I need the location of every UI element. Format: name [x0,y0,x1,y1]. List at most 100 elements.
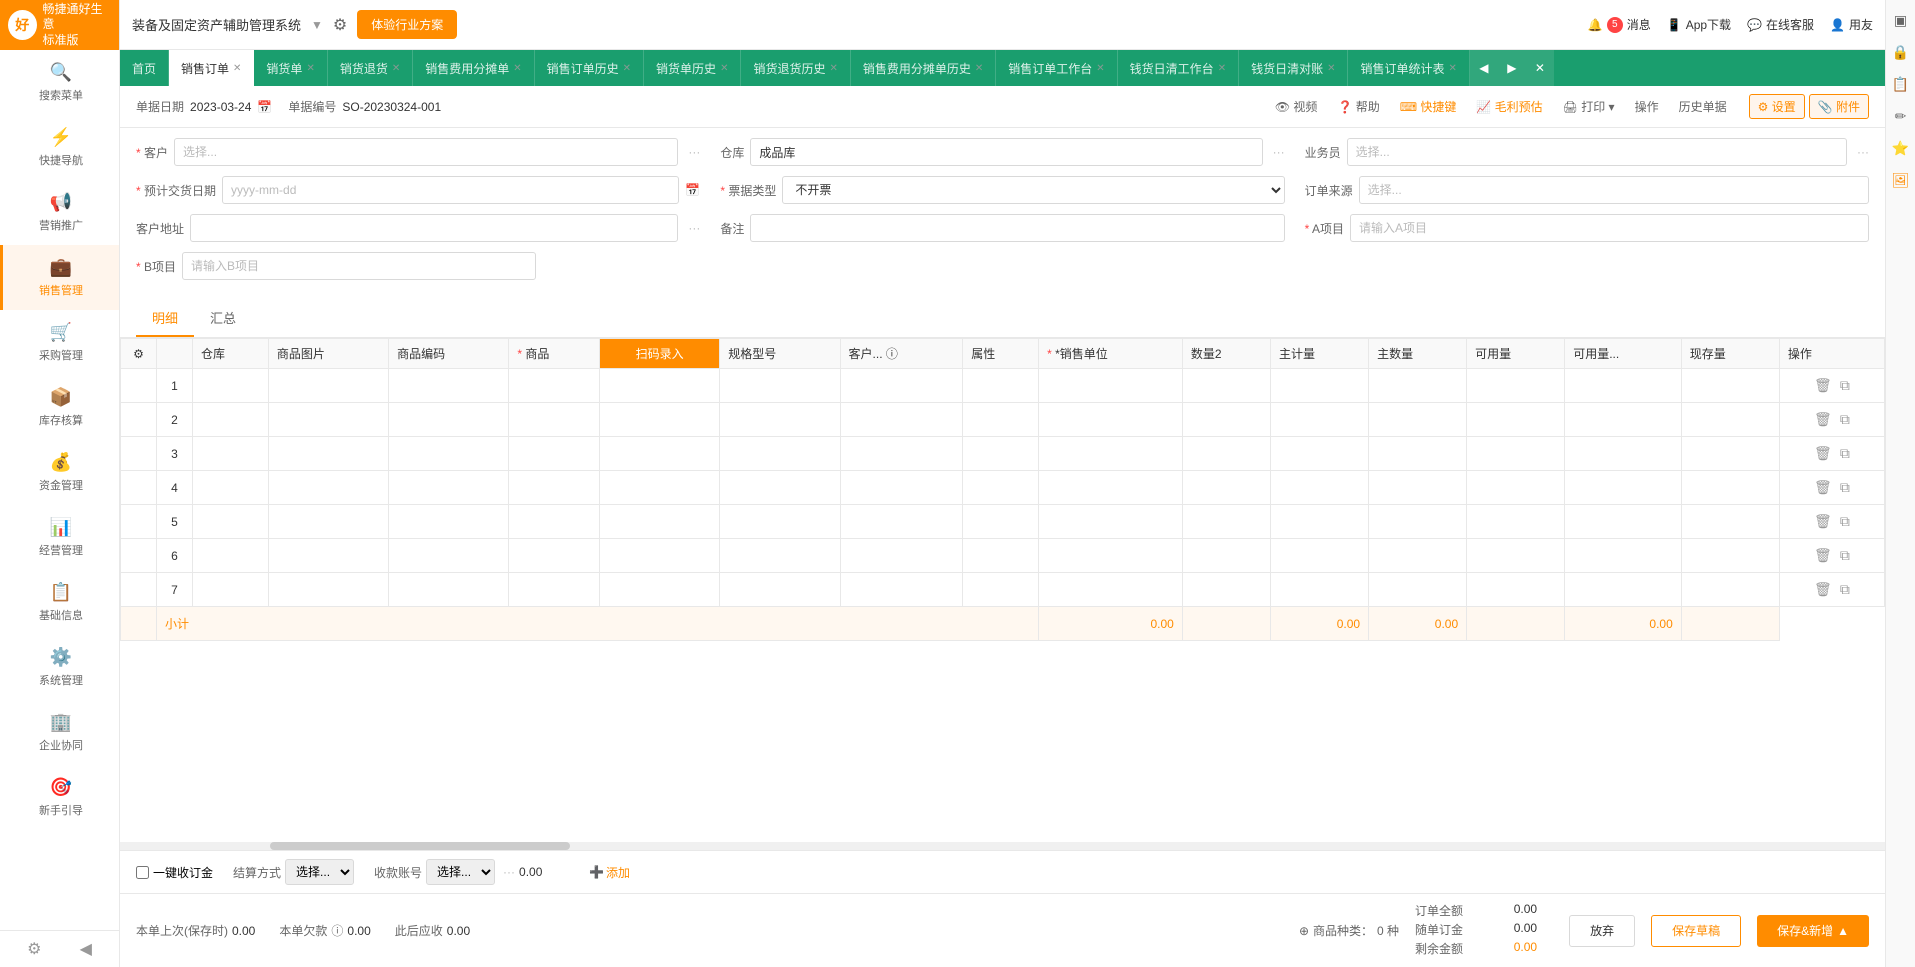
row-main-qty-cell[interactable] [1369,369,1467,403]
row-spec-cell[interactable] [720,403,840,437]
row-spec-cell[interactable] [720,573,840,607]
row-copy-btn[interactable]: ⧉ [1838,375,1852,396]
attach-btn[interactable]: 📎 附件 [1809,94,1869,119]
save-new-btn[interactable]: 保存&新增 ▲ [1757,915,1869,947]
row-qty2-cell[interactable] [1182,573,1270,607]
sidebar-item-inventory[interactable]: 📦 库存核算 [0,375,119,440]
row-main-qty-cell[interactable] [1369,471,1467,505]
tab-expense-split[interactable]: 销售费用分摊单 ✕ [413,50,534,86]
remark-input[interactable] [750,214,1284,242]
row-sales-unit-cell[interactable] [1039,437,1183,471]
row-qty2-cell[interactable] [1182,403,1270,437]
row-customer-code-cell[interactable] [840,539,963,573]
row-product-cell[interactable] [509,369,600,403]
row-copy-btn[interactable]: ⧉ [1838,443,1852,464]
tab-cash-workbench[interactable]: 钱货日清工作台 ✕ [1118,50,1239,86]
row-attribute-cell[interactable] [963,539,1039,573]
bank-dots[interactable]: ··· [503,865,515,879]
quick-order-check[interactable] [136,866,149,879]
tab-cash-reconcile[interactable]: 钱货日清对账 ✕ [1239,50,1348,86]
sidebar-item-operations[interactable]: 📊 经营管理 [0,505,119,570]
tab-expense-history-close[interactable]: ✕ [975,63,983,74]
tab-menu-btn[interactable]: ✕ [1526,50,1554,86]
sidebar-settings-icon[interactable]: ⚙ [27,939,41,959]
col-scan[interactable]: 扫码录入 [600,339,720,369]
row-qty2-cell[interactable] [1182,471,1270,505]
row-product-cell[interactable] [509,403,600,437]
topbar-notification[interactable]: 🔔 5 消息 [1588,16,1651,33]
row-qty2-cell[interactable] [1182,505,1270,539]
row-attribute-cell[interactable] [963,403,1039,437]
add-btn[interactable]: ➕ 添加 [589,864,630,881]
row-product-cell[interactable] [509,505,600,539]
row-copy-btn[interactable]: ⧉ [1838,579,1852,600]
row-warehouse-cell[interactable] [193,539,269,573]
tab-order-workbench-close[interactable]: ✕ [1096,63,1104,74]
bank-account-select[interactable]: 选择... [426,859,495,885]
customer-input[interactable] [174,138,678,166]
row-spec-cell[interactable] [720,471,840,505]
row-attribute-cell[interactable] [963,573,1039,607]
operations-btn[interactable]: 操作 [1629,96,1665,117]
row-product-code-cell[interactable] [389,471,509,505]
sidebar-item-guide[interactable]: 🎯 新手引导 [0,765,119,830]
print-btn[interactable]: 🖨 打印 ▾ [1557,96,1621,117]
address-dots[interactable]: ··· [688,221,700,235]
invoice-type-select[interactable]: 不开票 [782,176,1284,204]
tab-cash-workbench-close[interactable]: ✕ [1218,63,1226,74]
row-customer-code-cell[interactable] [840,471,963,505]
row-qty2-cell[interactable] [1182,369,1270,403]
tab-invoice-history-close[interactable]: ✕ [720,63,728,74]
row-copy-btn[interactable]: ⧉ [1838,545,1852,566]
tab-return-history[interactable]: 销货退货历史 ✕ [741,50,850,86]
topbar-online-service[interactable]: 💬 在线客服 [1747,16,1814,33]
warehouse-input[interactable] [750,138,1262,166]
row-copy-btn[interactable]: ⧉ [1838,477,1852,498]
row-attribute-cell[interactable] [963,369,1039,403]
row-main-qty-cell[interactable] [1369,505,1467,539]
tab-return-history-close[interactable]: ✕ [829,63,837,74]
right-panel-icon-3[interactable]: 📋 [1889,72,1913,96]
row-product-cell[interactable] [509,573,600,607]
row-sales-unit-cell[interactable] [1039,573,1183,607]
row-main-qty-cell[interactable] [1369,539,1467,573]
tab-sales-order[interactable]: 销售订单 ✕ [169,50,254,86]
a-project-input[interactable] [1350,214,1869,242]
row-sales-unit-cell[interactable] [1039,403,1183,437]
row-delete-btn[interactable]: 🗑 [1812,545,1834,566]
row-delete-btn[interactable]: 🗑 [1812,409,1834,430]
delivery-input[interactable] [222,176,679,204]
sidebar-item-system[interactable]: ⚙️ 系统管理 [0,635,119,700]
trial-btn[interactable]: 体验行业方案 [357,10,457,39]
row-sales-unit-cell[interactable] [1039,539,1183,573]
tab-cash-reconcile-close[interactable]: ✕ [1327,63,1335,74]
help-btn[interactable]: ❓ 帮助 [1331,96,1385,117]
right-panel-icon-1[interactable]: ▣ [1889,8,1913,32]
topbar-app-download[interactable]: 📱 App下载 [1667,16,1731,33]
row-delete-btn[interactable]: 🗑 [1812,477,1834,498]
customer-dots[interactable]: ··· [688,145,700,159]
row-spec-cell[interactable] [720,539,840,573]
topbar-user[interactable]: 👤 用友 [1830,16,1873,33]
row-copy-btn[interactable]: ⧉ [1838,511,1852,532]
tab-sales-summary-close[interactable]: ✕ [1449,63,1457,74]
sidebar-item-search[interactable]: 🔍 搜索菜单 [0,50,119,115]
payment-method-select[interactable]: 选择... [285,859,354,885]
row-customer-code-cell[interactable] [840,573,963,607]
tab-sales-return-close[interactable]: ✕ [392,63,400,74]
row-product-cell[interactable] [509,437,600,471]
calendar-icon[interactable]: 📅 [257,100,272,114]
sidebar-item-finance[interactable]: 💰 资金管理 [0,440,119,505]
row-warehouse-cell[interactable] [193,437,269,471]
row-main-qty-cell[interactable] [1369,437,1467,471]
sidebar-item-sales[interactable]: 💼 销售管理 [0,245,119,310]
row-qty2-cell[interactable] [1182,437,1270,471]
history-btn[interactable]: 历史单据 [1673,96,1733,117]
delivery-calendar-icon[interactable]: 📅 [685,183,700,197]
row-product-code-cell[interactable] [389,539,509,573]
profit-btn[interactable]: 📈 毛利预估 [1470,96,1548,117]
tab-expense-history[interactable]: 销售费用分摊单历史 ✕ [851,50,996,86]
row-warehouse-cell[interactable] [193,573,269,607]
tab-next-btn[interactable]: ▶ [1498,50,1526,86]
b-project-input[interactable] [182,252,536,280]
